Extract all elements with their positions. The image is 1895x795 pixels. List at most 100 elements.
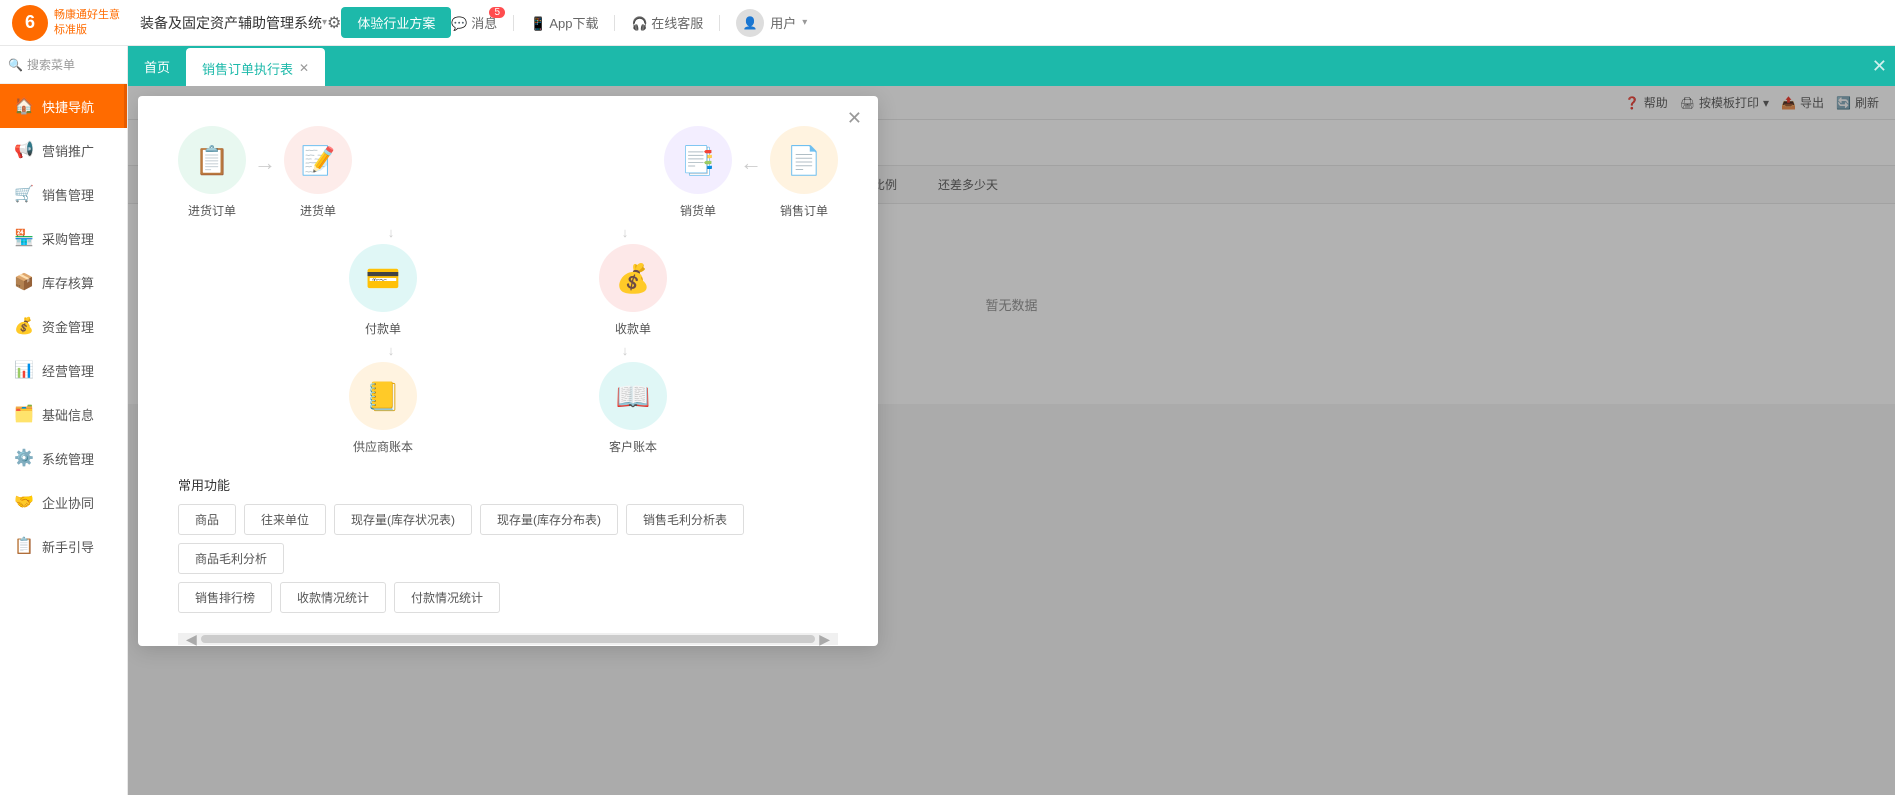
cf-btn-3[interactable]: 现存量(库存分布表) bbox=[480, 504, 618, 535]
divider3 bbox=[719, 15, 720, 31]
flow-row-1: 📋 进货订单 → 📝 进货单 bbox=[178, 126, 838, 219]
flow-arrows-down-2: ↓ ↓ bbox=[178, 343, 838, 362]
cf-btn-6[interactable]: 销售排行榜 bbox=[178, 582, 272, 613]
sales-bill-circle: 📑 bbox=[664, 126, 732, 194]
purchase-bill-label: 进货单 bbox=[300, 202, 336, 219]
online-service-btn[interactable]: 🎧 在线客服 bbox=[631, 13, 703, 32]
flow-node-purchase-order[interactable]: 📋 进货订单 bbox=[178, 126, 246, 219]
flow-arrows-down-1: ↓ ↓ bbox=[178, 225, 838, 244]
search-inner[interactable]: 🔍 搜索菜单 bbox=[8, 56, 119, 73]
basic-icon: 🗂️ bbox=[14, 404, 34, 424]
top-bar: 6 畅康通好生意 标准版 装备及固定资产辅助管理系统 ▾ ⚙ 体验行业方案 💬 … bbox=[0, 0, 1895, 46]
sidebar-item-inventory[interactable]: 📦 库存核算 bbox=[0, 260, 127, 304]
inventory-icon: 📦 bbox=[14, 272, 34, 292]
down-arrow-4: ↓ bbox=[622, 343, 629, 358]
app-download-btn[interactable]: 📱 App下载 bbox=[530, 13, 598, 32]
divider2 bbox=[614, 15, 615, 31]
settings-icon[interactable]: ⚙ bbox=[327, 13, 341, 33]
common-functions: 常用功能 商品 往来单位 现存量(库存状况表) 现存量(库存分布表) 销售毛利分… bbox=[178, 475, 838, 613]
user-area[interactable]: 👤 用户 ▾ bbox=[736, 9, 807, 37]
cf-title: 常用功能 bbox=[178, 475, 838, 494]
supplier-ledger-label: 供应商账本 bbox=[353, 438, 413, 455]
flow-node-customer-ledger[interactable]: 📖 客户账本 bbox=[599, 362, 667, 455]
tab-home[interactable]: 首页 bbox=[128, 46, 186, 86]
operation-icon: 📊 bbox=[14, 360, 34, 380]
user-dropdown-arrow: ▾ bbox=[802, 17, 807, 28]
scroll-left-btn[interactable]: ◀ bbox=[186, 631, 197, 647]
tab-sales-order-exec[interactable]: 销售订单执行表 ✕ bbox=[186, 48, 325, 88]
content-area: 首页 销售订单执行表 ✕ ✕ ❓ 帮助 bbox=[128, 46, 1895, 795]
logo-icon: 6 bbox=[12, 5, 48, 41]
sidebar-item-guide[interactable]: 📋 新手引导 bbox=[0, 524, 127, 568]
sidebar-item-marketing[interactable]: 📢 营销推广 bbox=[0, 128, 127, 172]
logo-area: 6 畅康通好生意 标准版 bbox=[12, 5, 130, 41]
cf-btn-0[interactable]: 商品 bbox=[178, 504, 236, 535]
sales-bill-label: 销货单 bbox=[680, 202, 716, 219]
sidebar-item-enterprise[interactable]: 🤝 企业协同 bbox=[0, 480, 127, 524]
sidebar-item-operation[interactable]: 📊 经营管理 bbox=[0, 348, 127, 392]
sidebar-item-quick-nav[interactable]: 🏠 快捷导航 bbox=[0, 84, 127, 128]
payment-circle: 💳 bbox=[349, 244, 417, 312]
receipt-label: 收款单 bbox=[615, 320, 651, 337]
tab-close-end-icon[interactable]: ✕ bbox=[1872, 56, 1887, 77]
guide-icon: 📋 bbox=[14, 536, 34, 556]
down-arrow-2: ↓ bbox=[622, 225, 629, 240]
purchase-order-label: 进货订单 bbox=[188, 202, 236, 219]
app-container: 6 畅康通好生意 标准版 装备及固定资产辅助管理系统 ▾ ⚙ 体验行业方案 💬 … bbox=[0, 0, 1895, 795]
scroll-bar[interactable]: ◀ ▶ bbox=[178, 633, 838, 645]
search-icon: 🔍 bbox=[8, 58, 23, 72]
cf-btn-1[interactable]: 往来单位 bbox=[244, 504, 326, 535]
flow-row-3: 📒 供应商账本 📖 客户账本 bbox=[178, 362, 838, 455]
sidebar-item-basic[interactable]: 🗂️ 基础信息 bbox=[0, 392, 127, 436]
cf-btn-4[interactable]: 销售毛利分析表 bbox=[626, 504, 744, 535]
divider bbox=[513, 15, 514, 31]
tab-close-icon[interactable]: ✕ bbox=[299, 61, 309, 75]
flow-node-payment[interactable]: 💳 付款单 bbox=[349, 244, 417, 337]
tab-bar: 首页 销售订单执行表 ✕ ✕ bbox=[128, 46, 1895, 86]
flow-node-supplier-ledger[interactable]: 📒 供应商账本 bbox=[349, 362, 417, 455]
down-arrow-1: ↓ bbox=[388, 225, 395, 240]
main-area: 🔍 搜索菜单 🏠 快捷导航 📢 营销推广 🛒 销售管理 🏪 采购管理 bbox=[0, 46, 1895, 795]
page-content: ❓ 帮助 🖨 按模板打印 ▾ 📤 导出 🔄 bbox=[128, 86, 1895, 795]
sales-order-circle: 📄 bbox=[770, 126, 838, 194]
modal-close-btn[interactable]: ✕ bbox=[847, 108, 862, 129]
system-icon: ⚙️ bbox=[14, 448, 34, 468]
purchase-bill-circle: 📝 bbox=[284, 126, 352, 194]
cf-btn-2[interactable]: 现存量(库存状况表) bbox=[334, 504, 472, 535]
scroll-thumb[interactable] bbox=[201, 635, 815, 643]
logo-text: 畅康通好生意 标准版 bbox=[54, 8, 120, 37]
flow-node-sales-bill[interactable]: 📑 销货单 bbox=[664, 126, 732, 219]
service-icon: 🎧 bbox=[631, 16, 647, 31]
flow-node-receipt[interactable]: 💰 收款单 bbox=[599, 244, 667, 337]
enterprise-icon: 🤝 bbox=[14, 492, 34, 512]
flow-node-purchase-bill[interactable]: 📝 进货单 bbox=[284, 126, 352, 219]
purchase-icon: 🏪 bbox=[14, 228, 34, 248]
message-btn[interactable]: 💬 5 消息 bbox=[451, 13, 497, 32]
avatar: 👤 bbox=[736, 9, 764, 37]
try-btn[interactable]: 体验行业方案 bbox=[341, 7, 451, 38]
sidebar-item-purchase[interactable]: 🏪 采购管理 bbox=[0, 216, 127, 260]
sidebar-search[interactable]: 🔍 搜索菜单 bbox=[0, 46, 127, 84]
sidebar: 🔍 搜索菜单 🏠 快捷导航 📢 营销推广 🛒 销售管理 🏪 采购管理 bbox=[0, 46, 128, 795]
phone-icon: 📱 bbox=[530, 16, 546, 31]
customer-ledger-label: 客户账本 bbox=[609, 438, 657, 455]
flow-node-sales-order[interactable]: 📄 销售订单 bbox=[770, 126, 838, 219]
quick-nav-icon: 🏠 bbox=[14, 96, 34, 116]
message-icon: 💬 bbox=[451, 16, 467, 31]
payment-label: 付款单 bbox=[365, 320, 401, 337]
sales-order-label: 销售订单 bbox=[780, 202, 828, 219]
modal-overlay: ✕ 📋 进货订单 → bbox=[128, 86, 1895, 795]
cf-btn-7[interactable]: 收款情况统计 bbox=[280, 582, 386, 613]
sidebar-item-sales[interactable]: 🛒 销售管理 bbox=[0, 172, 127, 216]
sidebar-item-system[interactable]: ⚙️ 系统管理 bbox=[0, 436, 127, 480]
arrow-1: → bbox=[246, 150, 284, 176]
cf-btn-5[interactable]: 商品毛利分析 bbox=[178, 543, 284, 574]
scroll-right-btn[interactable]: ▶ bbox=[819, 631, 830, 647]
marketing-icon: 📢 bbox=[14, 140, 34, 160]
finance-icon: 💰 bbox=[14, 316, 34, 336]
receipt-circle: 💰 bbox=[599, 244, 667, 312]
supplier-ledger-circle: 📒 bbox=[349, 362, 417, 430]
sidebar-item-finance[interactable]: 💰 资金管理 bbox=[0, 304, 127, 348]
cf-btn-8[interactable]: 付款情况统计 bbox=[394, 582, 500, 613]
quick-nav-modal: ✕ 📋 进货订单 → bbox=[138, 96, 878, 646]
